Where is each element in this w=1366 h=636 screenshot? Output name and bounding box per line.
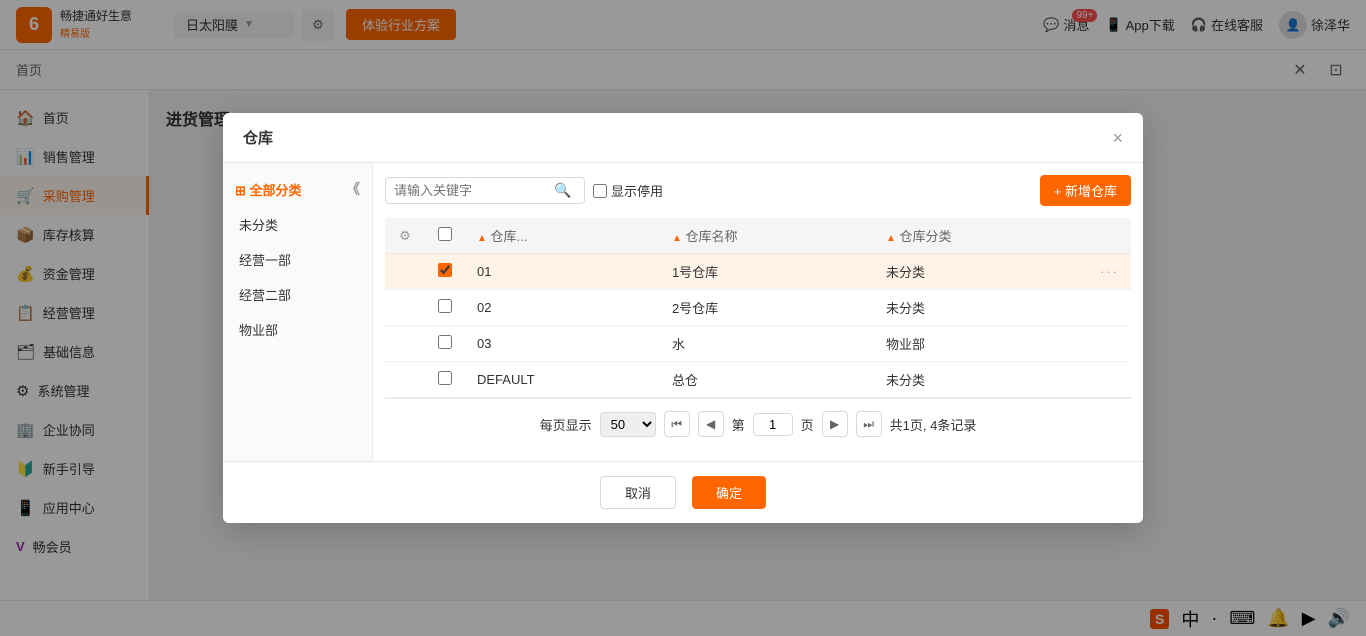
td-row-actions[interactable] bbox=[1088, 290, 1131, 326]
sort-icon: ▲ bbox=[477, 233, 487, 244]
row-checkbox[interactable] bbox=[438, 299, 452, 313]
row-actions-dots[interactable]: ··· bbox=[1100, 264, 1119, 279]
td-code: DEFAULT bbox=[465, 362, 660, 398]
search-input[interactable] bbox=[394, 178, 554, 203]
page-label: 第 bbox=[732, 415, 745, 434]
page-input[interactable] bbox=[753, 413, 793, 436]
td-category: 未分类 bbox=[874, 362, 1088, 398]
category-header: ⊞ 全部分类 《 bbox=[223, 171, 372, 207]
table-body: 01 1号仓库 未分类 ··· 02 2号仓库 未分类 03 水 物业部 bbox=[385, 254, 1131, 398]
td-name: 水 bbox=[660, 326, 874, 362]
td-checkbox[interactable] bbox=[425, 254, 465, 290]
td-gear bbox=[385, 254, 425, 290]
right-panel: 🔍 显示停用 + 新增仓库 ⚙ bbox=[373, 163, 1143, 461]
dialog-footer: 取消 确定 bbox=[223, 461, 1143, 523]
th-settings: ⚙ bbox=[385, 218, 425, 254]
td-code: 01 bbox=[465, 254, 660, 290]
category-all-label[interactable]: 全部分类 bbox=[250, 183, 302, 198]
td-name: 2号仓库 bbox=[660, 290, 874, 326]
collapse-button[interactable]: 《 bbox=[346, 179, 360, 199]
td-category: 物业部 bbox=[874, 326, 1088, 362]
td-gear bbox=[385, 362, 425, 398]
table-row[interactable]: 01 1号仓库 未分类 ··· bbox=[385, 254, 1131, 290]
dialog-header: 仓库 × bbox=[223, 113, 1143, 163]
dialog-close-button[interactable]: × bbox=[1112, 129, 1123, 147]
th-checkbox bbox=[425, 218, 465, 254]
next-page-button[interactable]: ▶ bbox=[822, 411, 848, 437]
td-row-actions[interactable]: ··· bbox=[1088, 254, 1131, 290]
per-page-label: 每页显示 bbox=[540, 415, 592, 434]
td-gear bbox=[385, 290, 425, 326]
td-code: 03 bbox=[465, 326, 660, 362]
show-disabled-checkbox[interactable] bbox=[593, 184, 607, 198]
warehouse-table-wrap: ⚙ ▲ 仓库... ▲ 仓库名称 bbox=[385, 218, 1131, 398]
td-category: 未分类 bbox=[874, 290, 1088, 326]
table-row[interactable]: 02 2号仓库 未分类 bbox=[385, 290, 1131, 326]
row-checkbox[interactable] bbox=[438, 263, 452, 277]
sort-icon3: ▲ bbox=[886, 233, 896, 244]
table-header-row: ⚙ ▲ 仓库... ▲ 仓库名称 bbox=[385, 218, 1131, 254]
last-page-button[interactable]: ⏭ bbox=[856, 411, 882, 437]
th-warehouse-code: ▲ 仓库... bbox=[465, 218, 660, 254]
row-checkbox[interactable] bbox=[438, 335, 452, 349]
warehouse-dialog: 仓库 × ⊞ 全部分类 《 未分类 经营一部 经营二部 物业部 bbox=[223, 113, 1143, 523]
category-item-operations2[interactable]: 经营二部 bbox=[223, 277, 372, 312]
td-row-actions[interactable] bbox=[1088, 362, 1131, 398]
table-row[interactable]: 03 水 物业部 bbox=[385, 326, 1131, 362]
th-warehouse-name: ▲ 仓库名称 bbox=[660, 218, 874, 254]
search-input-wrap: 🔍 bbox=[385, 177, 585, 204]
prev-page-button[interactable]: ◀ bbox=[698, 411, 724, 437]
search-icon[interactable]: 🔍 bbox=[554, 182, 571, 199]
dialog-body: ⊞ 全部分类 《 未分类 经营一部 经营二部 物业部 bbox=[223, 163, 1143, 461]
pagination: 每页显示 50 20 100 ⏮ ◀ 第 页 ▶ ⏭ 共1页, 4条记录 bbox=[385, 398, 1131, 449]
grid-icon: ⊞ bbox=[235, 183, 250, 198]
td-checkbox[interactable] bbox=[425, 290, 465, 326]
td-gear bbox=[385, 326, 425, 362]
td-code: 02 bbox=[465, 290, 660, 326]
td-checkbox[interactable] bbox=[425, 326, 465, 362]
table-row[interactable]: DEFAULT 总仓 未分类 bbox=[385, 362, 1131, 398]
category-item-operations1[interactable]: 经营一部 bbox=[223, 242, 372, 277]
confirm-button[interactable]: 确定 bbox=[692, 476, 766, 509]
td-checkbox[interactable] bbox=[425, 362, 465, 398]
td-category: 未分类 bbox=[874, 254, 1088, 290]
gear-icon: ⚙ bbox=[399, 228, 411, 243]
category-panel: ⊞ 全部分类 《 未分类 经营一部 经营二部 物业部 bbox=[223, 163, 373, 461]
row-checkbox[interactable] bbox=[438, 371, 452, 385]
cancel-button[interactable]: 取消 bbox=[600, 476, 676, 509]
category-item-property[interactable]: 物业部 bbox=[223, 312, 372, 347]
td-row-actions[interactable] bbox=[1088, 326, 1131, 362]
th-warehouse-category: ▲ 仓库分类 bbox=[874, 218, 1088, 254]
toolbar: 🔍 显示停用 + 新增仓库 bbox=[385, 175, 1131, 206]
td-name: 总仓 bbox=[660, 362, 874, 398]
show-disabled-label[interactable]: 显示停用 bbox=[593, 181, 663, 200]
dialog-title: 仓库 bbox=[243, 127, 273, 148]
first-page-button[interactable]: ⏮ bbox=[664, 411, 690, 437]
page-unit: 页 bbox=[801, 415, 814, 434]
td-name: 1号仓库 bbox=[660, 254, 874, 290]
category-item-unclassified[interactable]: 未分类 bbox=[223, 207, 372, 242]
warehouse-table: ⚙ ▲ 仓库... ▲ 仓库名称 bbox=[385, 218, 1131, 398]
sort-icon2: ▲ bbox=[672, 233, 682, 244]
add-warehouse-button[interactable]: + 新增仓库 bbox=[1040, 175, 1131, 206]
select-all-checkbox[interactable] bbox=[438, 227, 452, 241]
per-page-select[interactable]: 50 20 100 bbox=[600, 412, 656, 437]
th-actions bbox=[1088, 218, 1131, 254]
total-info: 共1页, 4条记录 bbox=[890, 415, 977, 434]
